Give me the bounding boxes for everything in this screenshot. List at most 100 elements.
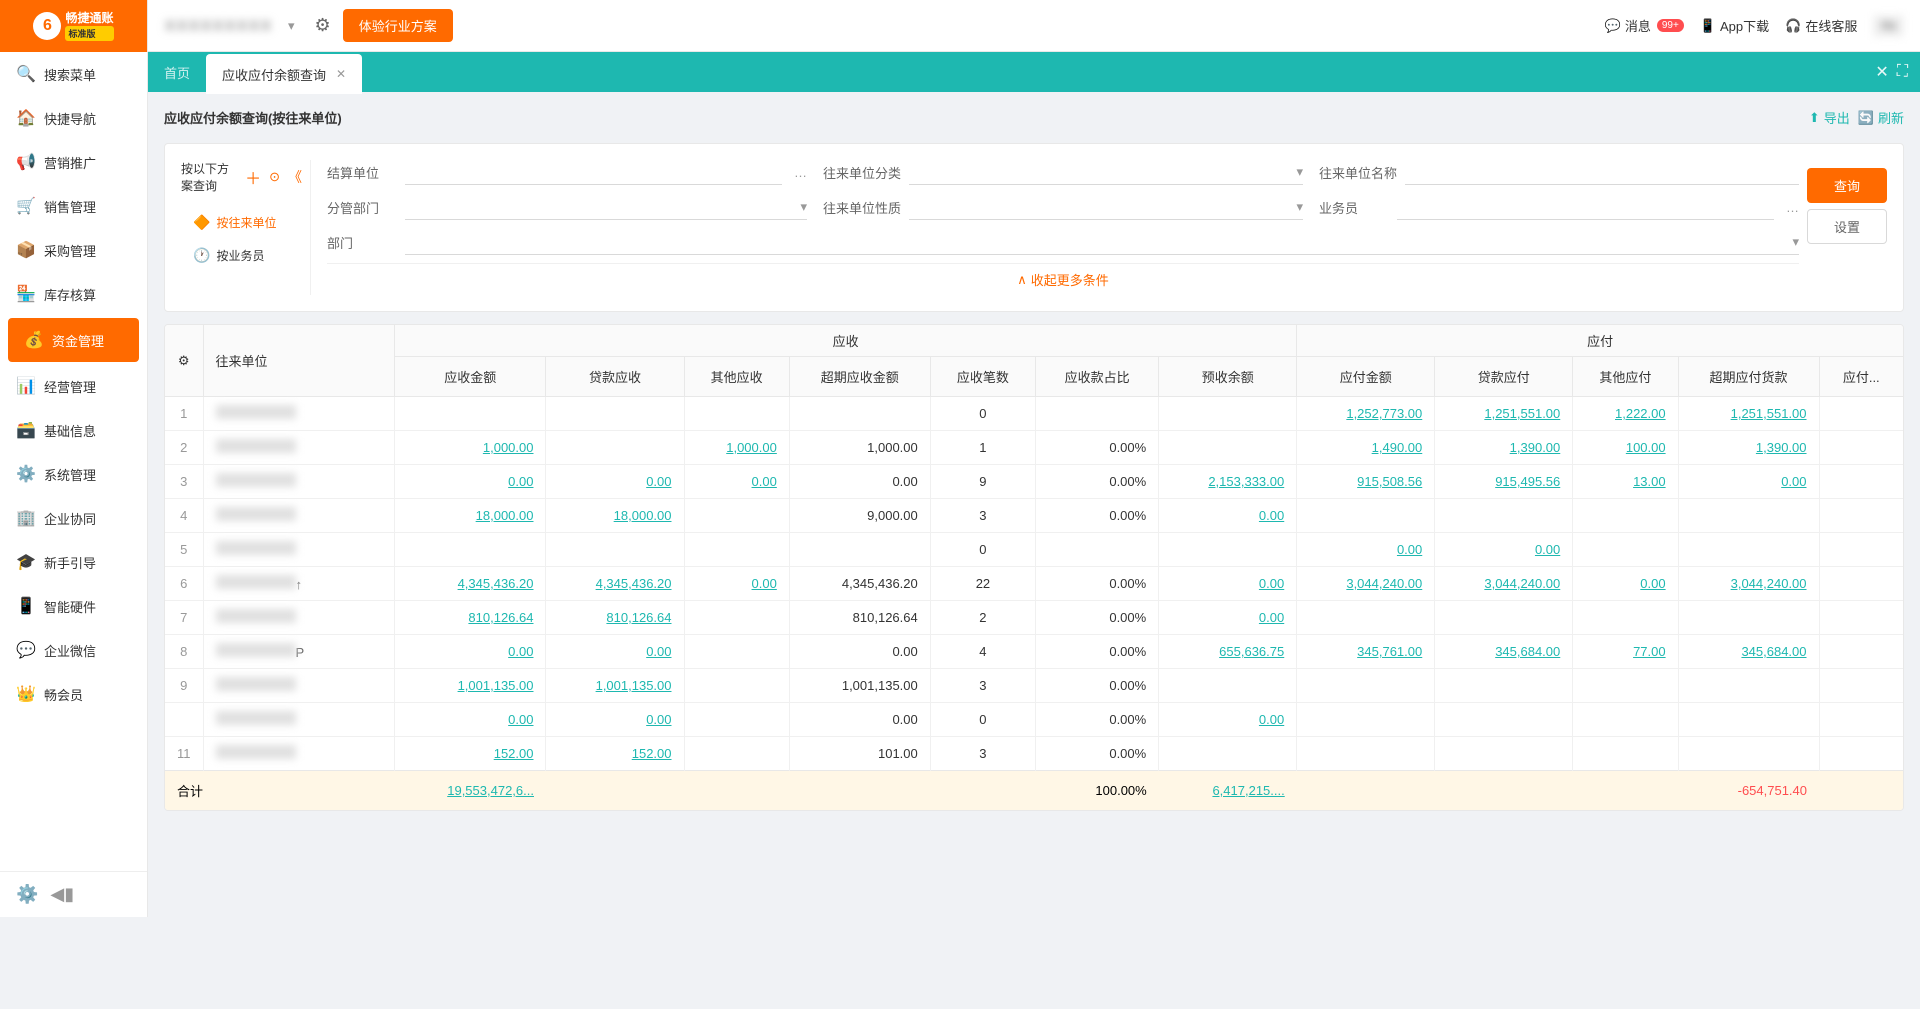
- cell-ar-amount[interactable]: 4,345,436.20: [395, 567, 546, 601]
- tab-maximize-icon[interactable]: ⛶: [1897, 63, 1908, 81]
- refresh-button[interactable]: 🔄 刷新: [1858, 108, 1904, 127]
- filter-collapse-icon[interactable]: 《: [288, 167, 302, 187]
- cell-ar-amount[interactable]: 810,126.64: [395, 601, 546, 635]
- cell-ap-overdue[interactable]: 0.00: [1678, 465, 1819, 499]
- cell-ap-amount[interactable]: 1,252,773.00: [1297, 397, 1435, 431]
- filter-dots-jsdw[interactable]: …: [794, 165, 807, 180]
- sidebar-item-system[interactable]: ⚙️ 系统管理: [0, 452, 147, 496]
- sidebar-item-quicknav[interactable]: 🏠 快捷导航: [0, 96, 147, 140]
- sidebar-item-ops[interactable]: 📊 经营管理: [0, 364, 147, 408]
- cell-ap-overdue[interactable]: 1,390.00: [1678, 431, 1819, 465]
- promo-button[interactable]: 体验行业方案: [343, 9, 453, 42]
- sidebar-item-newbie[interactable]: 🎓 新手引导: [0, 540, 147, 584]
- cell-ar-count: 3: [930, 669, 1035, 703]
- table-settings-icon[interactable]: ⚙: [178, 353, 190, 368]
- add-filter-icon[interactable]: ＋: [245, 165, 261, 189]
- cell-ap-loan[interactable]: 0.00: [1435, 533, 1573, 567]
- cell-ap-amount[interactable]: 915,508.56: [1297, 465, 1435, 499]
- sidebar-item-member[interactable]: 👑 畅会员: [0, 672, 147, 716]
- cell-ap-amount[interactable]: 0.00: [1297, 533, 1435, 567]
- filter-dots-ywy[interactable]: …: [1786, 200, 1799, 215]
- filter-select-lwdwxz[interactable]: ▾: [909, 195, 1303, 220]
- sidebar-item-basic[interactable]: 🗃️ 基础信息: [0, 408, 147, 452]
- cell-ar-loan[interactable]: 0.00: [546, 465, 684, 499]
- cell-ar-amount[interactable]: 1,000.00: [395, 431, 546, 465]
- filter-input-lwdwmc[interactable]: [1405, 161, 1799, 185]
- sidebar-item-purchase[interactable]: 📦 采购管理: [0, 228, 147, 272]
- query-button[interactable]: 查询: [1807, 168, 1887, 203]
- topbar-app[interactable]: 📱 App下载: [1700, 16, 1769, 35]
- bottom-collapse-icon[interactable]: ◀▮: [50, 884, 74, 905]
- sidebar-item-wechat[interactable]: 💬 企业微信: [0, 628, 147, 672]
- filter-input-jsdw[interactable]: [405, 161, 782, 185]
- cell-ar-prepaid[interactable]: 0.00: [1159, 567, 1297, 601]
- cell-ar-other[interactable]: 0.00: [684, 567, 789, 601]
- sidebar-item-finance[interactable]: 💰 资金管理: [8, 318, 139, 362]
- collapse-filter-btn[interactable]: ∧ 收起更多条件: [327, 263, 1799, 295]
- cell-ar-other[interactable]: 1,000.00: [684, 431, 789, 465]
- topbar-settings-icon[interactable]: ⚙: [315, 15, 331, 36]
- cell-ap-amount[interactable]: 1,490.00: [1297, 431, 1435, 465]
- filter-settings-icon[interactable]: ⊙: [269, 169, 280, 185]
- sidebar-item-sales[interactable]: 🛒 销售管理: [0, 184, 147, 228]
- filter-select-bm[interactable]: ▾: [405, 230, 1799, 255]
- sidebar-item-hardware[interactable]: 📱 智能硬件: [0, 584, 147, 628]
- cell-ap-overdue[interactable]: 1,251,551.00: [1678, 397, 1819, 431]
- cell-ap-loan[interactable]: 915,495.56: [1435, 465, 1573, 499]
- tab-close-window-icon[interactable]: ✕: [1875, 62, 1888, 82]
- topbar-service[interactable]: 🎧 在线客服: [1785, 16, 1857, 35]
- cell-ar-prepaid[interactable]: 655,636.75: [1159, 635, 1297, 669]
- filter-panel-item-unit[interactable]: 🔶 按往来单位: [181, 206, 302, 239]
- cell-ap-overdue[interactable]: 3,044,240.00: [1678, 567, 1819, 601]
- cell-ar-loan[interactable]: 4,345,436.20: [546, 567, 684, 601]
- cell-ar-amount[interactable]: 0.00: [395, 635, 546, 669]
- cell-ar-amount[interactable]: 0.00: [395, 703, 546, 737]
- cell-ap-loan[interactable]: 1,251,551.00: [1435, 397, 1573, 431]
- cell-ar-amount[interactable]: 1,001,135.00: [395, 669, 546, 703]
- sidebar-item-inventory[interactable]: 🏪 库存核算: [0, 272, 147, 316]
- cell-ap-loan[interactable]: 345,684.00: [1435, 635, 1573, 669]
- cell-ar-loan[interactable]: 1,001,135.00: [546, 669, 684, 703]
- cell-ap-other[interactable]: 77.00: [1573, 635, 1678, 669]
- th-settings[interactable]: ⚙: [165, 325, 203, 397]
- footer-ar-amount[interactable]: 19,553,472,6...: [395, 771, 546, 811]
- cell-ar-loan[interactable]: 152.00: [546, 737, 684, 771]
- cell-ap-other[interactable]: 13.00: [1573, 465, 1678, 499]
- cell-ar-amount[interactable]: 0.00: [395, 465, 546, 499]
- filter-input-ywy[interactable]: [1397, 196, 1774, 220]
- cell-ap-other[interactable]: 0.00: [1573, 567, 1678, 601]
- settings-button[interactable]: 设置: [1807, 209, 1887, 244]
- tab-home[interactable]: 首页: [148, 52, 206, 92]
- cell-ar-prepaid[interactable]: 2,153,333.00: [1159, 465, 1297, 499]
- cell-ar-prepaid[interactable]: 0.00: [1159, 499, 1297, 533]
- sidebar-item-corp[interactable]: 🏢 企业协同: [0, 496, 147, 540]
- cell-ar-loan[interactable]: 18,000.00: [546, 499, 684, 533]
- cell-ar-loan[interactable]: 0.00: [546, 635, 684, 669]
- cell-ap-other[interactable]: 100.00: [1573, 431, 1678, 465]
- filter-select-lwdwfl[interactable]: ▾: [909, 160, 1303, 185]
- cell-ap-other[interactable]: 1,222.00: [1573, 397, 1678, 431]
- cell-ap-amount[interactable]: 345,761.00: [1297, 635, 1435, 669]
- tab-query[interactable]: 应收应付余额查询 ✕: [206, 54, 362, 94]
- tab-close-icon[interactable]: ✕: [336, 67, 346, 81]
- cell-ap-loan[interactable]: 3,044,240.00: [1435, 567, 1573, 601]
- cell-ap-overdue[interactable]: 345,684.00: [1678, 635, 1819, 669]
- cell-ar-other[interactable]: 0.00: [684, 465, 789, 499]
- bottom-settings-icon[interactable]: ⚙️: [16, 884, 38, 905]
- filter-panel-item-staff[interactable]: 🕐 按业务员: [181, 239, 302, 272]
- cell-ar-loan[interactable]: 0.00: [546, 703, 684, 737]
- export-button[interactable]: ⬆ 导出: [1809, 108, 1850, 127]
- cell-ar-prepaid[interactable]: 0.00: [1159, 601, 1297, 635]
- cell-ap-amount[interactable]: 3,044,240.00: [1297, 567, 1435, 601]
- cell-ar-amount[interactable]: 18,000.00: [395, 499, 546, 533]
- cell-ar-loan[interactable]: 810,126.64: [546, 601, 684, 635]
- sidebar-item-marketing[interactable]: 📢 营销推广: [0, 140, 147, 184]
- topbar-msg[interactable]: 💬 消息 99+: [1605, 16, 1684, 35]
- cell-ar-amount[interactable]: 152.00: [395, 737, 546, 771]
- sidebar-item-label: 资金管理: [52, 331, 104, 350]
- cell-ap-loan[interactable]: 1,390.00: [1435, 431, 1573, 465]
- footer-ar-prepaid[interactable]: 6,417,215....: [1159, 771, 1297, 811]
- filter-select-fgbm[interactable]: ▾: [405, 195, 807, 220]
- cell-ar-prepaid[interactable]: 0.00: [1159, 703, 1297, 737]
- sidebar-item-search[interactable]: 🔍 搜索菜单: [0, 52, 147, 96]
